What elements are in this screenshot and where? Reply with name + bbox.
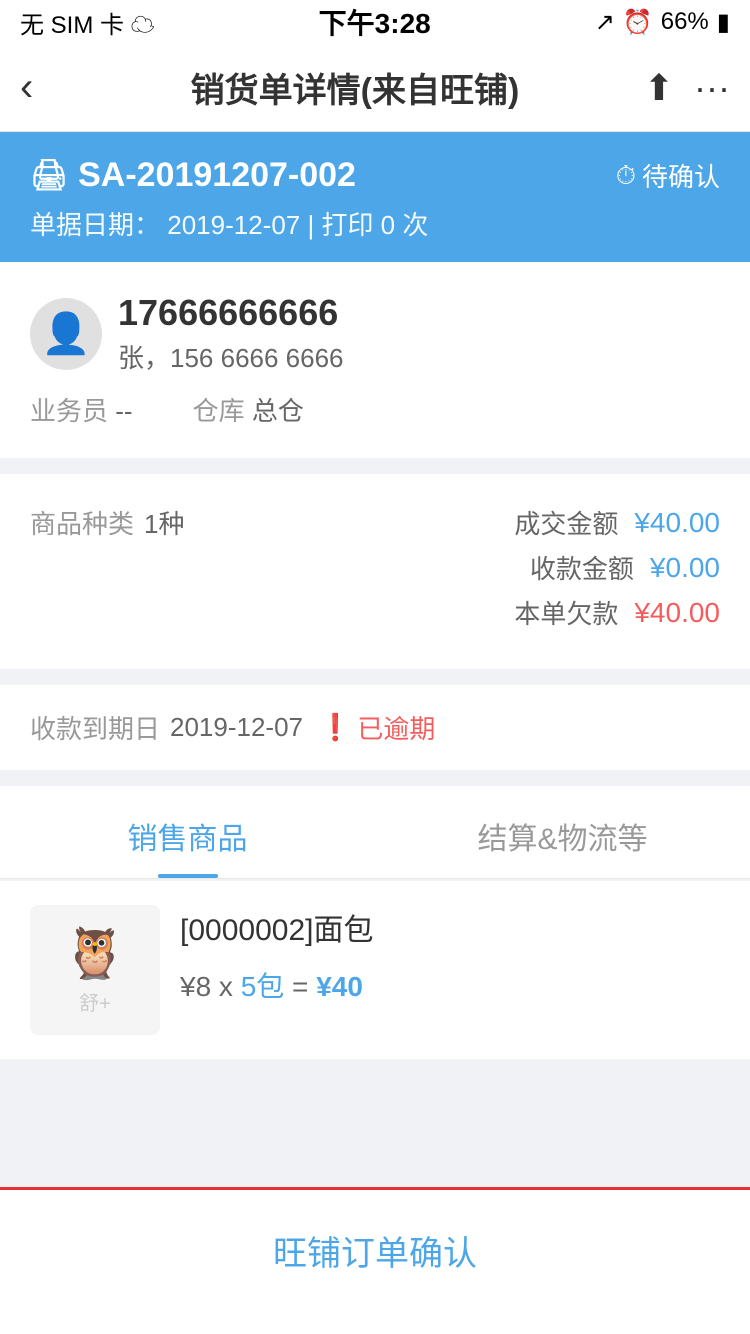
overdue-text: 已逾期 xyxy=(357,709,435,746)
price-text: ¥8 x xyxy=(180,971,241,1002)
deal-amount-line: 成交金额 ¥40.00 xyxy=(514,504,720,541)
clock-icon: ⏱ xyxy=(616,160,636,192)
avatar-icon: 👤 xyxy=(41,310,91,357)
product-card: 🦉 舒+ [0000002]面包 ¥8 x 5包 = ¥40 xyxy=(0,881,750,1059)
customer-row: 👤 17666666666 张，156 6666 6666 xyxy=(30,292,720,375)
amounts-right: 成交金额 ¥40.00 收款金额 ¥0.00 本单欠款 ¥40.00 xyxy=(514,504,720,639)
nav-actions: ⬆ ··· xyxy=(630,67,730,109)
more-icon[interactable]: ··· xyxy=(694,67,730,109)
status-right: ↗ ⏰ 66% ▮ xyxy=(595,8,730,37)
customer-card: 👤 17666666666 张，156 6666 6666 业务员 -- 仓库 … xyxy=(0,262,750,458)
owed-label: 本单欠款 xyxy=(514,594,618,631)
location-icon: ↗ xyxy=(595,8,615,37)
deal-amount-value: ¥40.00 xyxy=(634,507,720,539)
tab-sales-products-label: 销售商品 xyxy=(128,823,248,856)
sales-value-text: -- xyxy=(115,396,132,426)
due-date-card: 收款到期日 2019-12-07 ❗ 已逾期 xyxy=(0,685,750,770)
sales-item: 业务员 -- xyxy=(30,391,133,428)
status-bar: 无 SIM 卡 ☁ 下午3:28 ↗ ⏰ 66% ▮ xyxy=(0,0,750,44)
order-date-row: 单据日期： 2019-12-07 | 打印 0 次 xyxy=(30,205,720,242)
avatar: 👤 xyxy=(30,298,102,370)
received-amount-line: 收款金额 ¥0.00 xyxy=(514,549,720,586)
tabs-container: 销售商品 结算&物流等 xyxy=(0,786,750,879)
types-value: 1种 xyxy=(144,504,184,541)
sales-label: 业务员 xyxy=(30,396,108,426)
product-image-text: 舒+ xyxy=(79,987,111,1016)
page-title: 销货单详情(来自旺铺) xyxy=(80,63,630,112)
tab-sales-products[interactable]: 销售商品 xyxy=(0,786,375,878)
bottom-action-bar: 旺铺订单确认 xyxy=(0,1187,750,1334)
battery-icon: ▮ xyxy=(717,8,730,37)
customer-meta: 业务员 -- 仓库 总仓 xyxy=(30,391,720,428)
deal-amount-label: 成交金额 xyxy=(514,504,618,541)
status-left: 无 SIM 卡 ☁ xyxy=(20,5,155,40)
received-value: ¥0.00 xyxy=(650,552,720,584)
status-text: 待确认 xyxy=(642,157,720,194)
tab-settlement[interactable]: 结算&物流等 xyxy=(375,786,750,878)
types-label: 商品种类 xyxy=(30,504,134,541)
customer-name: 张，156 6666 6666 xyxy=(118,338,344,375)
no-sim-text: 无 SIM 卡 ☁ xyxy=(20,5,155,40)
order-header: 🖨 SA-20191207-002 ⏱ 待确认 单据日期： 2019-12-07… xyxy=(0,132,750,262)
equals-sign: = xyxy=(284,971,316,1002)
due-date-value: 2019-12-07 xyxy=(170,712,303,743)
amounts-card: 商品种类 1种 成交金额 ¥40.00 收款金额 ¥0.00 本单欠款 ¥40.… xyxy=(0,474,750,669)
product-total: ¥40 xyxy=(316,971,363,1002)
printer-icon: 🖨 xyxy=(30,158,68,193)
status-time: 下午3:28 xyxy=(319,2,431,42)
received-label: 收款金额 xyxy=(530,549,634,586)
warehouse-item: 仓库 总仓 xyxy=(193,391,304,428)
order-id-row: 🖨 SA-20191207-002 xyxy=(30,156,356,195)
overdue-icon: ❗ xyxy=(319,712,351,743)
order-date-value: 2019-12-07 xyxy=(167,210,300,240)
alarm-icon: ⏰ xyxy=(623,8,653,37)
share-icon[interactable]: ⬆ xyxy=(644,67,674,109)
nav-bar: ‹ 销货单详情(来自旺铺) ⬆ ··· xyxy=(0,44,750,132)
product-types: 商品种类 1种 xyxy=(30,504,184,541)
product-image: 🦉 舒+ xyxy=(30,905,160,1035)
warehouse-value-text: 总仓 xyxy=(252,396,304,426)
print-count: | 打印 0 次 xyxy=(307,210,428,240)
product-price: ¥8 x 5包 = ¥40 xyxy=(180,965,720,1005)
owed-amount-line: 本单欠款 ¥40.00 xyxy=(514,594,720,631)
product-qty: 5包 xyxy=(241,971,285,1002)
product-name: [0000002]面包 xyxy=(180,905,720,949)
tab-settlement-label: 结算&物流等 xyxy=(477,823,647,856)
amounts-row: 商品种类 1种 成交金额 ¥40.00 收款金额 ¥0.00 本单欠款 ¥40.… xyxy=(30,504,720,639)
battery-text: 66% xyxy=(661,8,709,36)
customer-phone: 17666666666 xyxy=(118,292,344,334)
order-id-text: SA-20191207-002 xyxy=(78,156,356,195)
overdue-badge: ❗ 已逾期 xyxy=(319,709,435,746)
product-image-icon: 🦉 xyxy=(64,924,126,983)
back-button[interactable]: ‹ xyxy=(20,65,80,110)
date-label: 单据日期： xyxy=(30,210,160,240)
owed-value: ¥40.00 xyxy=(634,597,720,629)
confirm-button[interactable]: 旺铺订单确认 xyxy=(30,1206,720,1294)
due-date-label: 收款到期日 xyxy=(30,709,160,746)
warehouse-label: 仓库 xyxy=(193,396,245,426)
product-info: [0000002]面包 ¥8 x 5包 = ¥40 xyxy=(180,905,720,1035)
order-status: ⏱ 待确认 xyxy=(616,157,720,194)
tabs: 销售商品 结算&物流等 xyxy=(0,786,750,878)
